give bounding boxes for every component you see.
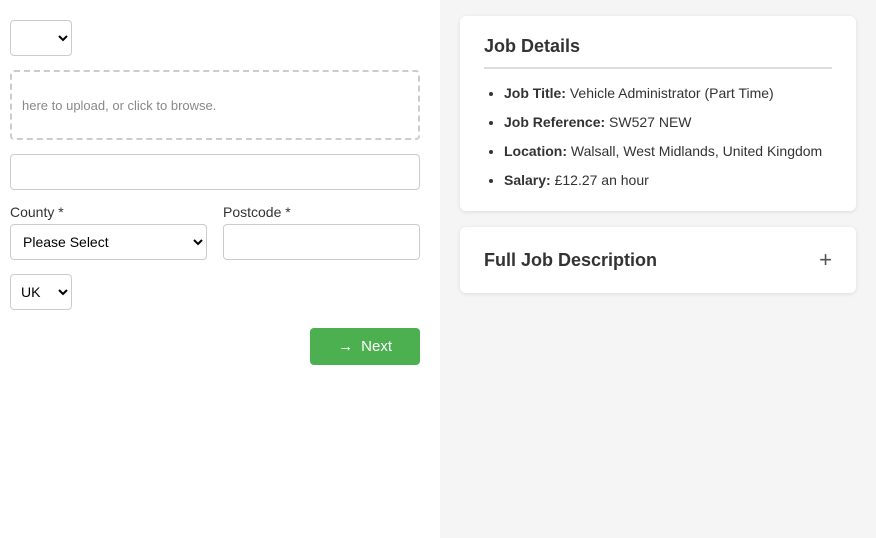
postcode-group: Postcode * xyxy=(223,204,420,260)
title-select-row: Mr Mrs Ms Dr xyxy=(10,20,420,56)
left-panel: Mr Mrs Ms Dr here to upload, or click to… xyxy=(0,0,440,538)
location-label: Location: xyxy=(504,143,567,159)
file-upload-area[interactable]: here to upload, or click to browse. xyxy=(10,70,420,140)
job-reference-label: Job Reference: xyxy=(504,114,605,130)
next-label: Next xyxy=(361,338,392,355)
country-select[interactable]: UK US EU xyxy=(10,274,72,310)
county-label: County * xyxy=(10,204,207,220)
next-button[interactable]: → Next xyxy=(310,328,420,365)
title-select[interactable]: Mr Mrs Ms Dr xyxy=(10,20,72,56)
address-input[interactable] xyxy=(10,154,420,190)
country-row: UK US EU xyxy=(10,274,420,310)
arrow-right-icon: → xyxy=(338,338,353,355)
job-details-card: Job Details Job Title: Vehicle Administr… xyxy=(460,16,856,211)
full-desc-title: Full Job Description xyxy=(484,250,657,271)
job-reference-item: Job Reference: SW527 NEW xyxy=(504,112,832,133)
salary-item: Salary: £12.27 an hour xyxy=(504,170,832,191)
county-select[interactable]: Please Select West Midlands Greater Lond… xyxy=(10,224,207,260)
job-title-item: Job Title: Vehicle Administrator (Part T… xyxy=(504,83,832,104)
job-details-list: Job Title: Vehicle Administrator (Part T… xyxy=(484,83,832,191)
county-group: County * Please Select West Midlands Gre… xyxy=(10,204,207,260)
location-value: Walsall, West Midlands, United Kingdom xyxy=(571,143,822,159)
postcode-label: Postcode * xyxy=(223,204,420,220)
expand-icon: + xyxy=(819,247,832,273)
postcode-input[interactable] xyxy=(223,224,420,260)
job-title-label: Job Title: xyxy=(504,85,566,101)
address-row xyxy=(10,154,420,190)
county-postcode-row: County * Please Select West Midlands Gre… xyxy=(10,204,420,260)
location-item: Location: Walsall, West Midlands, United… xyxy=(504,141,832,162)
job-reference-value: SW527 NEW xyxy=(609,114,691,130)
job-title-value: Vehicle Administrator (Part Time) xyxy=(570,85,774,101)
job-details-title: Job Details xyxy=(484,36,832,69)
salary-value: £12.27 an hour xyxy=(555,172,649,188)
full-job-description-card[interactable]: Full Job Description + xyxy=(460,227,856,293)
next-button-row: → Next xyxy=(10,328,420,365)
salary-label: Salary: xyxy=(504,172,551,188)
upload-hint-text: here to upload, or click to browse. xyxy=(22,98,216,113)
right-panel: Job Details Job Title: Vehicle Administr… xyxy=(440,0,876,538)
